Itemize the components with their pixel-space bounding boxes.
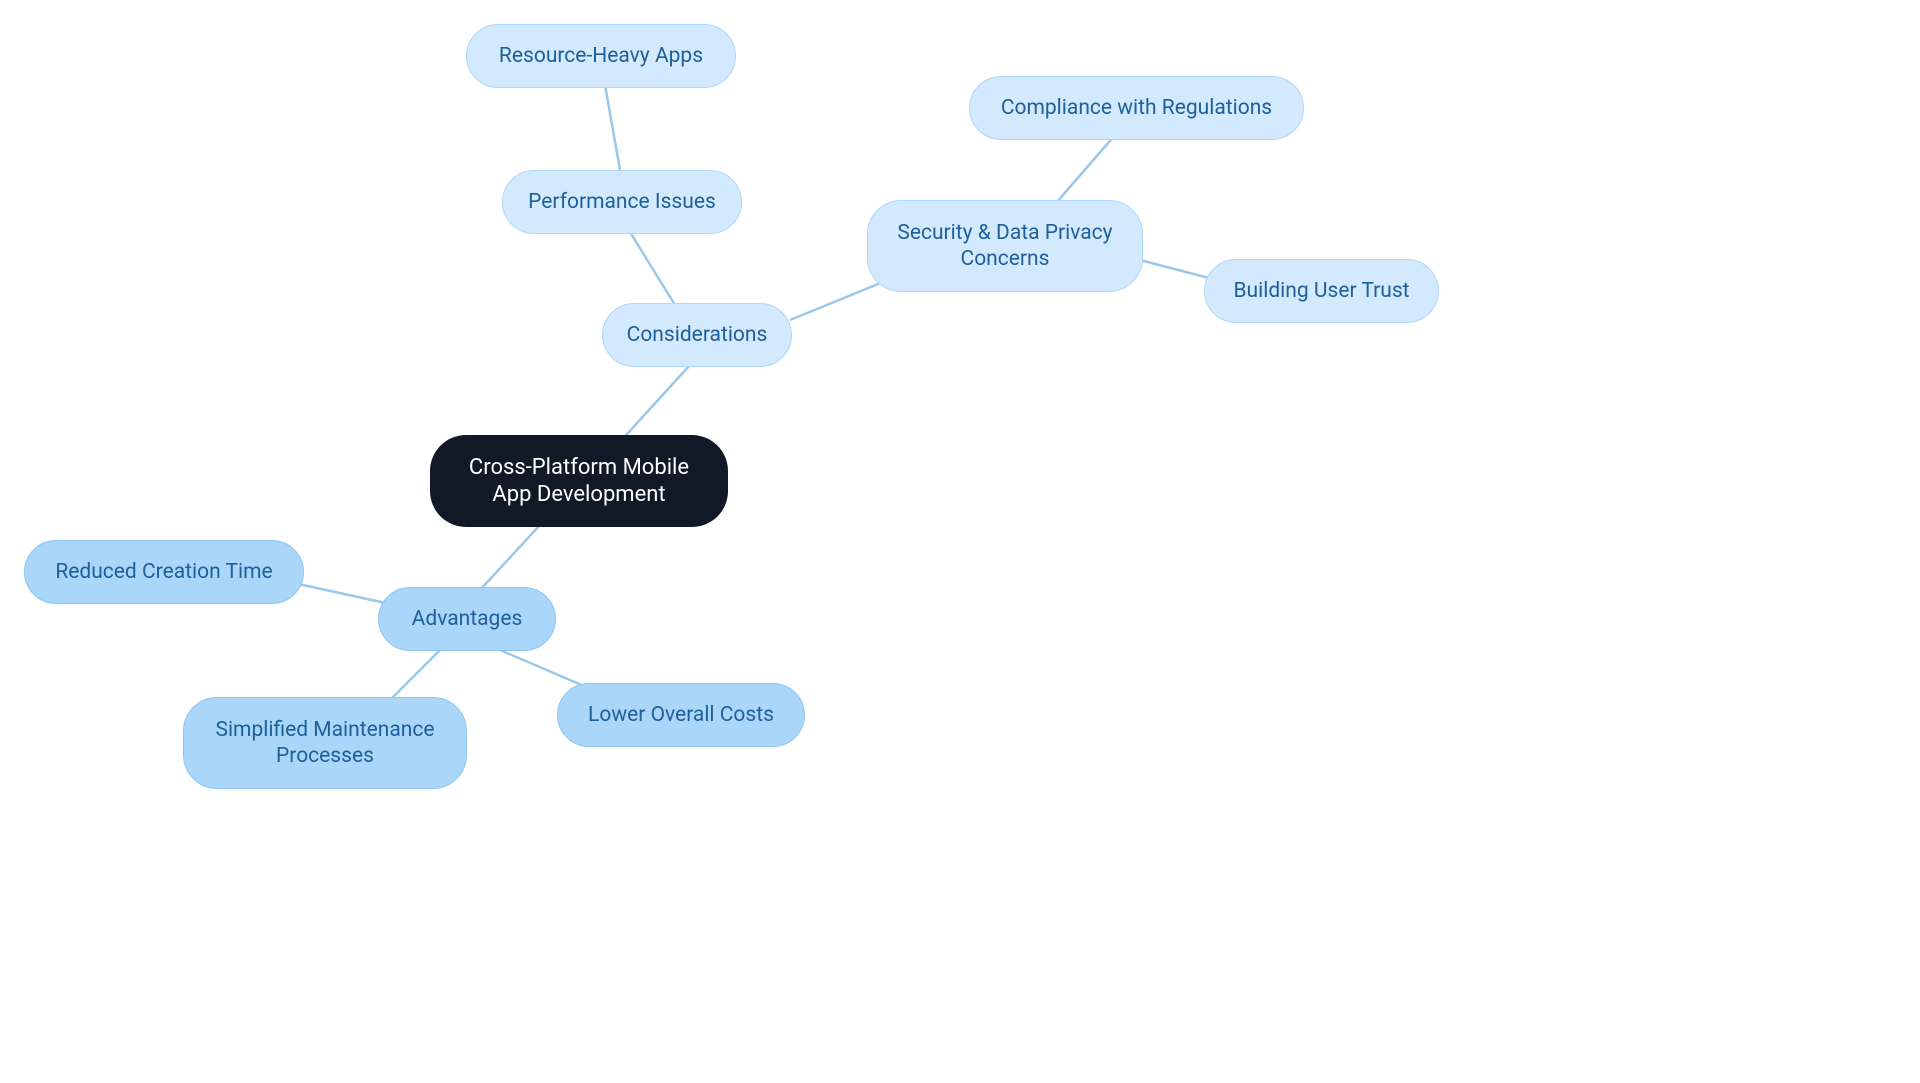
edge: [480, 525, 540, 590]
edge: [605, 85, 620, 170]
node-label: Considerations: [627, 322, 768, 348]
node-label: Compliance with Regulations: [1001, 95, 1272, 121]
node-label: Building User Trust: [1233, 278, 1409, 304]
node-reduced-time[interactable]: Reduced Creation Time: [24, 540, 304, 604]
node-advantages[interactable]: Advantages: [378, 587, 556, 651]
node-label: Security & Data Privacy Concerns: [892, 220, 1118, 273]
node-label: Performance Issues: [528, 189, 716, 215]
node-label: Cross-Platform Mobile App Development: [454, 454, 704, 509]
mindmap-canvas: Cross-Platform Mobile App Development Co…: [0, 0, 1920, 1083]
edge: [1050, 135, 1115, 210]
node-label: Simplified Maintenance Processes: [208, 717, 442, 770]
node-performance-issues[interactable]: Performance Issues: [502, 170, 742, 234]
node-resource-heavy[interactable]: Resource-Heavy Apps: [466, 24, 736, 88]
edges-layer: [0, 0, 1920, 1083]
node-considerations[interactable]: Considerations: [602, 303, 792, 367]
edge: [617, 365, 690, 445]
node-label: Resource-Heavy Apps: [499, 43, 703, 69]
node-label: Reduced Creation Time: [55, 559, 272, 585]
node-simplified-maintenance[interactable]: Simplified Maintenance Processes: [183, 697, 467, 789]
node-label: Advantages: [412, 606, 523, 632]
node-label: Lower Overall Costs: [588, 702, 774, 728]
node-lower-costs[interactable]: Lower Overall Costs: [557, 683, 805, 747]
node-root[interactable]: Cross-Platform Mobile App Development: [430, 435, 728, 527]
node-building-trust[interactable]: Building User Trust: [1204, 259, 1439, 323]
node-compliance[interactable]: Compliance with Regulations: [969, 76, 1304, 140]
edge: [630, 232, 675, 305]
node-security-privacy[interactable]: Security & Data Privacy Concerns: [867, 200, 1143, 292]
